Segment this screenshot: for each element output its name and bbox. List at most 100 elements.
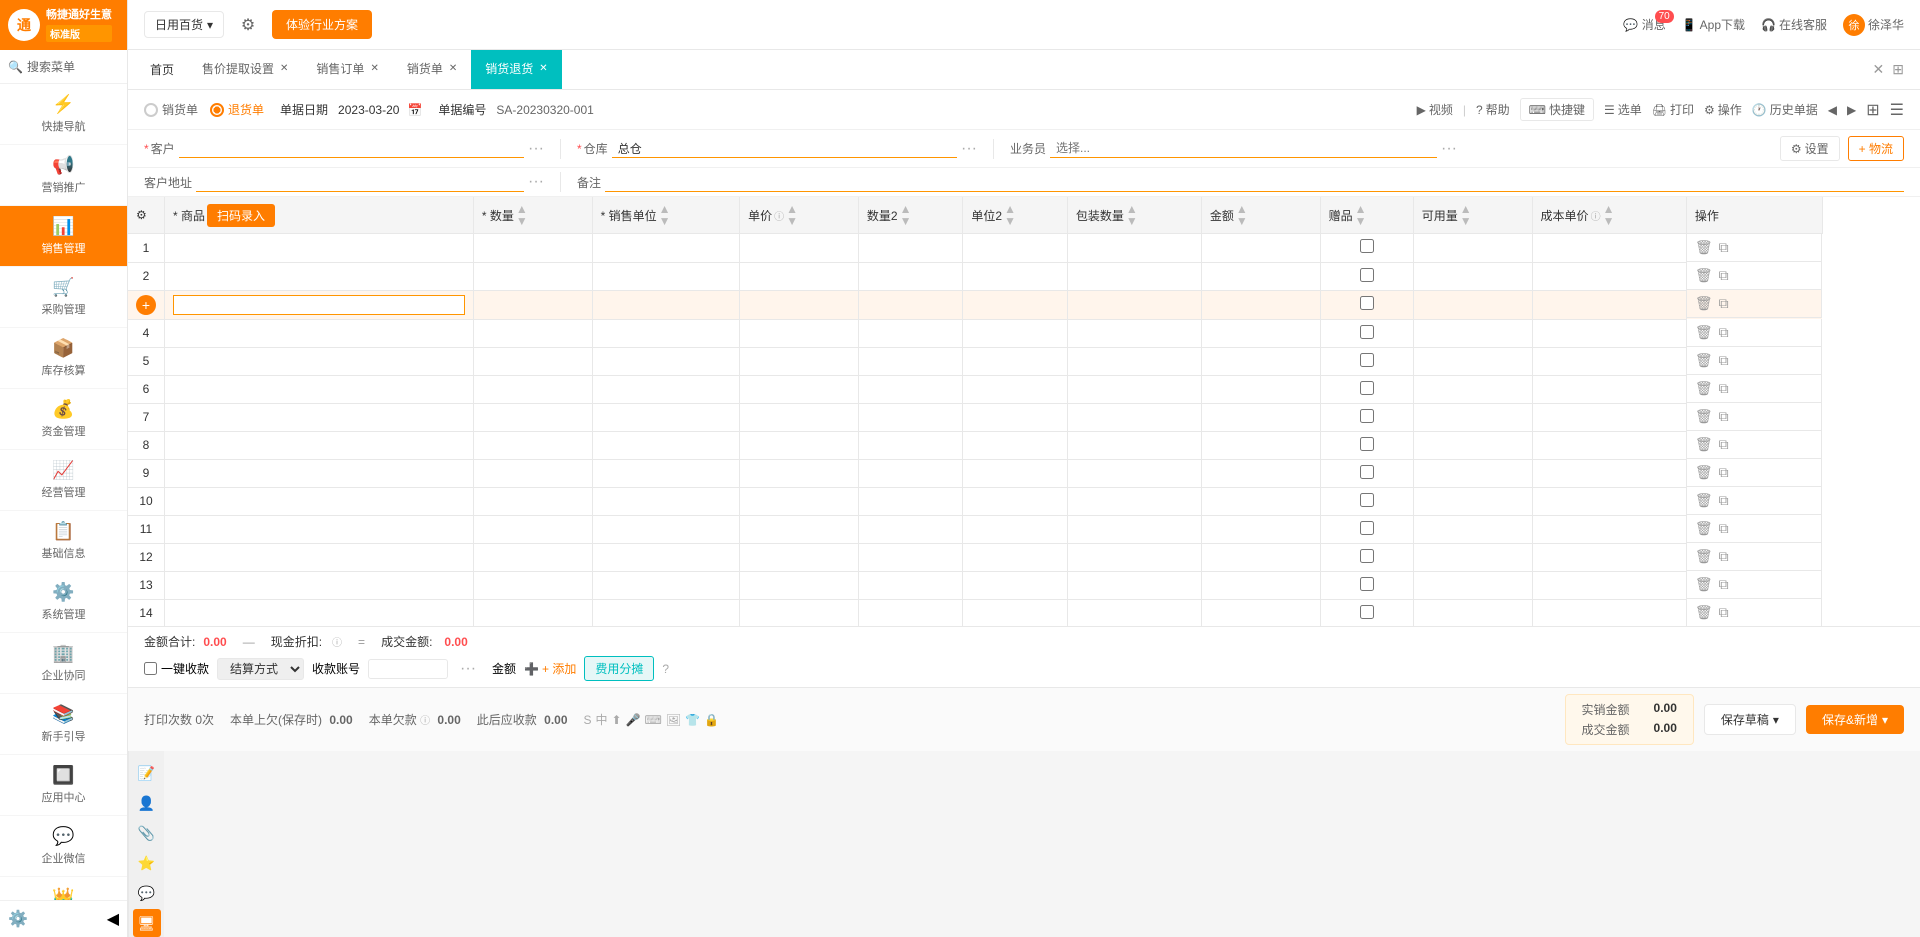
- gift-checkbox[interactable]: [1360, 493, 1374, 507]
- address-input[interactable]: [196, 173, 524, 192]
- address-picker[interactable]: ···: [528, 173, 544, 191]
- gift-checkbox[interactable]: [1360, 268, 1374, 282]
- user-info[interactable]: 徐 徐泽华: [1843, 14, 1904, 36]
- gift-checkbox[interactable]: [1360, 549, 1374, 563]
- sidebar-item-enterprise[interactable]: 🏢 企业协同: [0, 633, 127, 694]
- sidebar-item-appstore[interactable]: 🔲 应用中心: [0, 755, 127, 816]
- delete-row-button[interactable]: 🗑: [1695, 576, 1713, 593]
- gift-checkbox[interactable]: [1360, 353, 1374, 367]
- delete-row-button[interactable]: 🗑: [1695, 604, 1713, 621]
- save-draft-button[interactable]: 保存草稿 ▾: [1704, 704, 1796, 735]
- tab-close-icon[interactable]: ✕: [280, 63, 288, 74]
- delete-row-button[interactable]: 🗑: [1695, 267, 1713, 284]
- sidebar-item-basic[interactable]: 📋 基础信息: [0, 511, 127, 572]
- staff-input[interactable]: [1050, 139, 1437, 158]
- history-button[interactable]: 🕐 历史单据: [1752, 101, 1818, 118]
- sidebar-item-operations[interactable]: 📈 经营管理: [0, 450, 127, 511]
- sidebar-search[interactable]: 🔍 搜索菜单: [0, 50, 127, 84]
- delete-row-button[interactable]: 🗑: [1695, 520, 1713, 537]
- gift-checkbox[interactable]: [1360, 605, 1374, 619]
- copy-row-button[interactable]: ⧉: [1719, 604, 1729, 621]
- table-wrapper[interactable]: ⚙ * 商品 扫码录入 * 数: [128, 197, 1920, 626]
- sidebar-item-member[interactable]: 👑 畅会员: [0, 877, 127, 900]
- copy-row-button[interactable]: ⧉: [1719, 295, 1729, 312]
- tab-price-settings[interactable]: 售价提取设置 ✕: [188, 50, 302, 89]
- table-gear-icon[interactable]: ⚙: [136, 208, 147, 222]
- copy-row-button[interactable]: ⧉: [1719, 436, 1729, 453]
- delete-row-button[interactable]: 🗑: [1695, 380, 1713, 397]
- app-download-button[interactable]: 📱 App下载: [1682, 16, 1745, 33]
- warehouse-input[interactable]: [612, 139, 957, 158]
- copy-row-button[interactable]: ⧉: [1719, 520, 1729, 537]
- tab-sales-delivery[interactable]: 销货单 ✕: [393, 50, 471, 89]
- expand-view-icon[interactable]: ⊞: [1892, 61, 1904, 78]
- th-gear[interactable]: ⚙: [128, 197, 165, 234]
- operate-button[interactable]: ⚙ 操作: [1704, 101, 1742, 118]
- save-new-button[interactable]: 保存&新增 ▾: [1806, 705, 1904, 734]
- shortcut-button[interactable]: ⌨ 快捷键: [1520, 98, 1594, 121]
- tab-close-icon[interactable]: ✕: [449, 63, 457, 74]
- sidebar-item-inventory[interactable]: 📦 库存核算: [0, 328, 127, 389]
- gift-checkbox[interactable]: [1360, 521, 1374, 535]
- radio-delivery[interactable]: 销货单: [144, 101, 198, 118]
- copy-row-button[interactable]: ⧉: [1719, 380, 1729, 397]
- th-cost-price[interactable]: 成本单价 ⓘ ▲▼: [1532, 197, 1686, 234]
- copy-row-button[interactable]: ⧉: [1719, 408, 1729, 425]
- settings-icon[interactable]: ⚙️: [8, 909, 28, 929]
- tab-home[interactable]: 首页: [136, 51, 188, 88]
- help-button[interactable]: ? 帮助: [1476, 101, 1510, 118]
- settings-button[interactable]: ⚙ 设置: [1780, 136, 1840, 161]
- logistics-button[interactable]: + 物流: [1848, 136, 1904, 161]
- gift-checkbox[interactable]: [1360, 239, 1374, 253]
- th-qty[interactable]: * 数量 ▲▼: [473, 197, 592, 234]
- remark-input[interactable]: [605, 173, 1904, 192]
- rp-star-button[interactable]: ⭐: [133, 849, 161, 877]
- tab-sales-return[interactable]: 销货退货 ✕: [471, 50, 561, 89]
- copy-row-button[interactable]: ⧉: [1719, 239, 1729, 256]
- copy-row-button[interactable]: ⧉: [1719, 324, 1729, 341]
- copy-row-button[interactable]: ⧉: [1719, 576, 1729, 593]
- list-view-icon[interactable]: ☰: [1890, 100, 1904, 120]
- gift-checkbox[interactable]: [1360, 381, 1374, 395]
- select-button[interactable]: ☰ 选单: [1604, 101, 1642, 118]
- copy-row-button[interactable]: ⧉: [1719, 267, 1729, 284]
- rp-files-button[interactable]: 📎: [133, 819, 161, 847]
- sidebar-item-purchase[interactable]: 🛒 采购管理: [0, 267, 127, 328]
- copy-row-button[interactable]: ⧉: [1719, 492, 1729, 509]
- module-selector[interactable]: 日用百货 ▾: [144, 11, 224, 38]
- staff-picker[interactable]: ···: [1441, 140, 1457, 158]
- close-all-tabs-icon[interactable]: ✕: [1873, 61, 1885, 78]
- gift-checkbox[interactable]: [1360, 296, 1374, 310]
- rp-notes-button[interactable]: 📝: [133, 759, 161, 787]
- scan-button[interactable]: 扫码录入: [207, 204, 275, 227]
- sidebar-item-shortcut[interactable]: ⚡ 快捷导航: [0, 84, 127, 145]
- sidebar-item-system[interactable]: ⚙️ 系统管理: [0, 572, 127, 633]
- th-available[interactable]: 可用量 ▲▼: [1413, 197, 1532, 234]
- calendar-icon[interactable]: 📅: [407, 103, 422, 117]
- radio-return[interactable]: 退货单: [210, 101, 264, 118]
- th-product[interactable]: * 商品 扫码录入: [165, 197, 474, 234]
- tab-close-icon[interactable]: ✕: [539, 63, 547, 74]
- sidebar-item-guide[interactable]: 📚 新手引导: [0, 694, 127, 755]
- delete-row-button[interactable]: 🗑: [1695, 324, 1713, 341]
- product-input[interactable]: [173, 295, 465, 315]
- warehouse-picker[interactable]: ···: [961, 140, 977, 158]
- delete-row-button[interactable]: 🗑: [1695, 408, 1713, 425]
- account-picker[interactable]: ···: [460, 660, 476, 678]
- rp-contacts-button[interactable]: 👤: [133, 789, 161, 817]
- copy-row-button[interactable]: ⧉: [1719, 548, 1729, 565]
- payment-checkbox[interactable]: 一键收款: [144, 660, 209, 677]
- rp-active-button[interactable]: 🖥: [133, 909, 161, 937]
- sidebar-item-finance[interactable]: 💰 资金管理: [0, 389, 127, 450]
- delete-row-button[interactable]: 🗑: [1695, 295, 1713, 312]
- gift-checkbox[interactable]: [1360, 325, 1374, 339]
- settlement-select[interactable]: 结算方式: [217, 658, 304, 680]
- fees-button[interactable]: 费用分摊: [584, 656, 654, 681]
- th-unit2[interactable]: 单位2 ▲▼: [963, 197, 1068, 234]
- th-pack-qty[interactable]: 包装数量 ▲▼: [1067, 197, 1201, 234]
- customer-input[interactable]: [179, 139, 524, 158]
- th-unit[interactable]: * 销售单位 ▲▼: [592, 197, 739, 234]
- prev-record-button[interactable]: ◀: [1828, 103, 1837, 117]
- gift-checkbox[interactable]: [1360, 465, 1374, 479]
- customer-picker[interactable]: ···: [528, 140, 544, 158]
